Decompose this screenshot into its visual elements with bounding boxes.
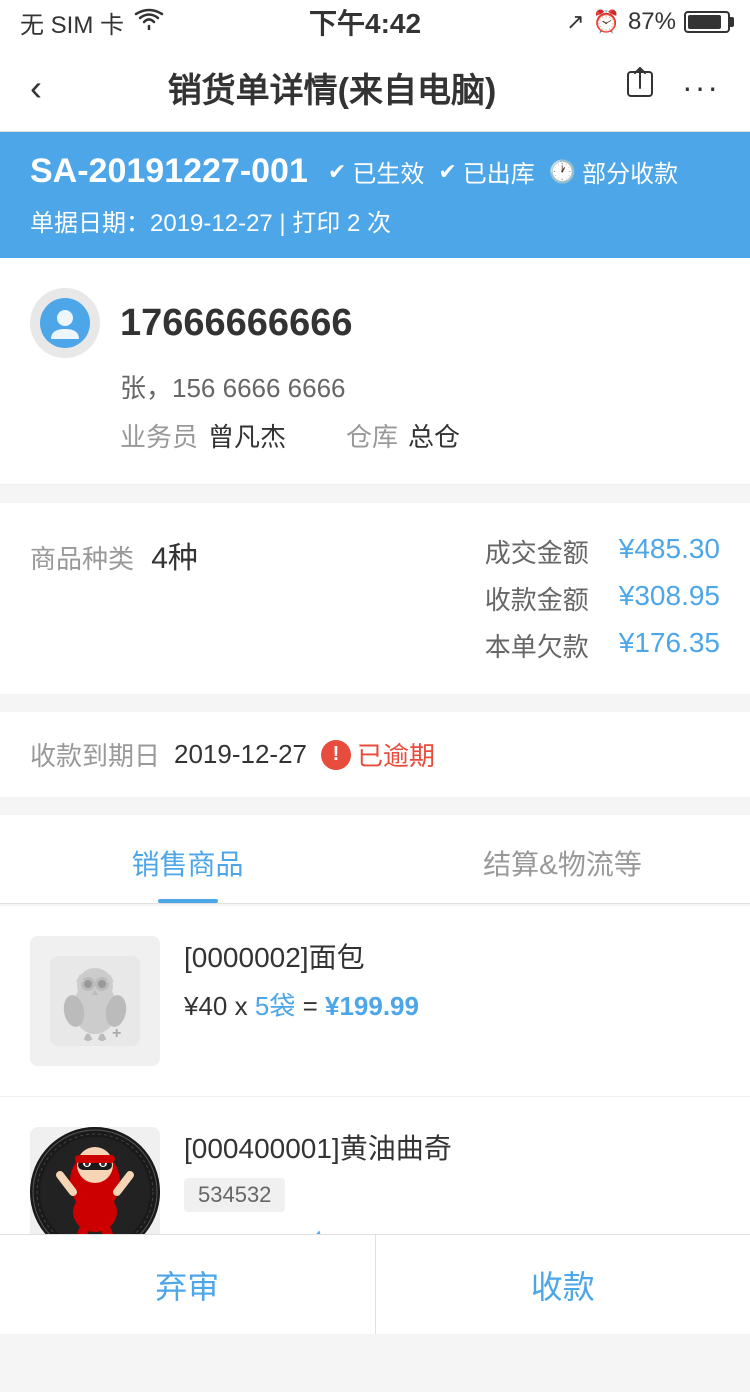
received-value: ¥308.95 (619, 580, 720, 617)
tab-sales-products[interactable]: 销售商品 (0, 815, 375, 903)
product-tag-2: 534532 (184, 1178, 285, 1212)
confirm-button[interactable]: 收款 (376, 1235, 750, 1334)
product-equals-1: = (303, 991, 325, 1021)
check-icon-2: ✔ (438, 159, 456, 185)
clock-icon: 🕐 (549, 159, 576, 185)
tabs-section: 销售商品 结算&物流等 (0, 815, 750, 904)
back-button[interactable]: ‹ (30, 67, 42, 109)
due-date-section: 收款到期日 2019-12-27 ! 已逾期 (0, 712, 750, 797)
nav-bar: ‹ 销货单详情(来自电脑) ··· (0, 44, 750, 132)
status-effective: ✔ 已生效 (328, 154, 424, 189)
battery-percent: 87% (628, 8, 676, 36)
amount-stats: 成交金额 ¥485.30 收款金额 ¥308.95 本单欠款 ¥176.35 (485, 533, 720, 664)
tab-sales-products-label: 销售商品 (131, 849, 243, 880)
bottom-bar: 弃审 收款 (0, 1234, 750, 1334)
share-button[interactable] (622, 66, 658, 109)
customer-phone: 17666666666 (120, 302, 352, 345)
confirm-label: 收款 (531, 1262, 595, 1308)
product-name-1: [0000002]面包 (184, 936, 720, 976)
product-thumb-1: + (30, 936, 160, 1066)
received-amount-row: 收款金额 ¥308.95 (485, 580, 720, 617)
cancel-button[interactable]: 弃审 (0, 1235, 376, 1334)
page-title: 销货单详情(来自电脑) (168, 63, 497, 112)
product-base-price-1: ¥40 (184, 991, 227, 1021)
customer-name: 张，156 6666 6666 (120, 368, 720, 405)
alarm-icon: ⏰ (593, 9, 620, 35)
customer-top: 17666666666 (30, 288, 720, 358)
product-name-2: [000400001]黄油曲奇 (184, 1127, 720, 1167)
more-button[interactable]: ··· (682, 69, 720, 106)
check-icon-1: ✔ (328, 159, 346, 185)
product-multiply-1: x (235, 991, 255, 1021)
customer-staff: 业务员 曾凡杰 仓库 总仓 (120, 417, 720, 454)
nav-actions: ··· (622, 66, 720, 109)
stats-section: 商品种类 4种 成交金额 ¥485.30 收款金额 ¥308.95 本单欠款 ¥… (0, 503, 750, 694)
time-text: 下午4:42 (309, 2, 421, 42)
product-total-1: ¥199.99 (325, 991, 419, 1021)
salesperson-label: 业务员 (120, 417, 198, 454)
product-count: 商品种类 4种 (30, 533, 198, 577)
deal-value: ¥485.30 (619, 533, 720, 570)
deal-amount-row: 成交金额 ¥485.30 (485, 533, 720, 570)
table-row[interactable]: + [0000002]面包 ¥40 x 5袋 = ¥199.99 (0, 906, 750, 1097)
due-date-label: 收款到期日 (30, 736, 160, 773)
status-partial-payment: 🕐 部分收款 (549, 154, 678, 189)
order-date-row: 单据日期：2019-12-27 | 打印 2 次 (30, 203, 720, 238)
tab-settlement[interactable]: 结算&物流等 (375, 815, 750, 903)
location-icon: ↗ (566, 9, 584, 35)
overdue-text: 已逾期 (357, 736, 435, 773)
order-number: SA-20191227-001 (30, 152, 308, 191)
debt-value: ¥176.35 (619, 627, 720, 664)
status-right: ↗ ⏰ 87% (566, 8, 730, 36)
product-info-1: [0000002]面包 ¥40 x 5袋 = ¥199.99 (184, 936, 720, 1023)
received-label: 收款金额 (485, 580, 589, 617)
warehouse-label: 仓库 (346, 417, 398, 454)
overdue-badge: ! 已逾期 (321, 736, 435, 773)
wifi-icon (134, 8, 164, 37)
status-tags: ✔ 已生效 ✔ 已出库 🕐 部分收款 (328, 154, 678, 189)
debt-label: 本单欠款 (485, 627, 589, 664)
customer-section: 17666666666 张，156 6666 6666 业务员 曾凡杰 仓库 总… (0, 258, 750, 485)
product-qty-1: 5袋 (255, 991, 295, 1021)
warehouse-value: 总仓 (408, 417, 460, 454)
due-date-value: 2019-12-27 (174, 739, 307, 770)
product-count-label: 商品种类 (30, 544, 134, 574)
status-shipped: ✔ 已出库 (438, 154, 534, 189)
order-date: 单据日期：2019-12-27 | 打印 2 次 (30, 210, 391, 237)
status-left: 无 SIM 卡 (20, 5, 164, 40)
battery-icon (684, 11, 730, 33)
tab-settlement-label: 结算&物流等 (483, 849, 642, 880)
product-count-value: 4种 (151, 542, 198, 575)
salesperson-value: 曾凡杰 (208, 417, 286, 454)
salesperson-row: 业务员 曾凡杰 (120, 417, 286, 454)
status-bar: 无 SIM 卡 下午4:42 ↗ ⏰ 87% (0, 0, 750, 44)
person-icon (47, 305, 83, 341)
avatar (30, 288, 100, 358)
cancel-label: 弃审 (155, 1262, 219, 1308)
order-status-row: SA-20191227-001 ✔ 已生效 ✔ 已出库 🕐 部分收款 (30, 152, 720, 191)
debt-amount-row: 本单欠款 ¥176.35 (485, 627, 720, 664)
overdue-icon: ! (321, 740, 351, 770)
product-placeholder-icon: + (50, 956, 140, 1046)
warehouse-row: 仓库 总仓 (346, 417, 460, 454)
deal-label: 成交金额 (485, 533, 589, 570)
product-price-1: ¥40 x 5袋 = ¥199.99 (184, 986, 720, 1023)
svg-text:+: + (112, 1025, 121, 1042)
carrier-text: 无 SIM 卡 (20, 5, 124, 40)
order-header: SA-20191227-001 ✔ 已生效 ✔ 已出库 🕐 部分收款 单据日期：… (0, 132, 750, 258)
